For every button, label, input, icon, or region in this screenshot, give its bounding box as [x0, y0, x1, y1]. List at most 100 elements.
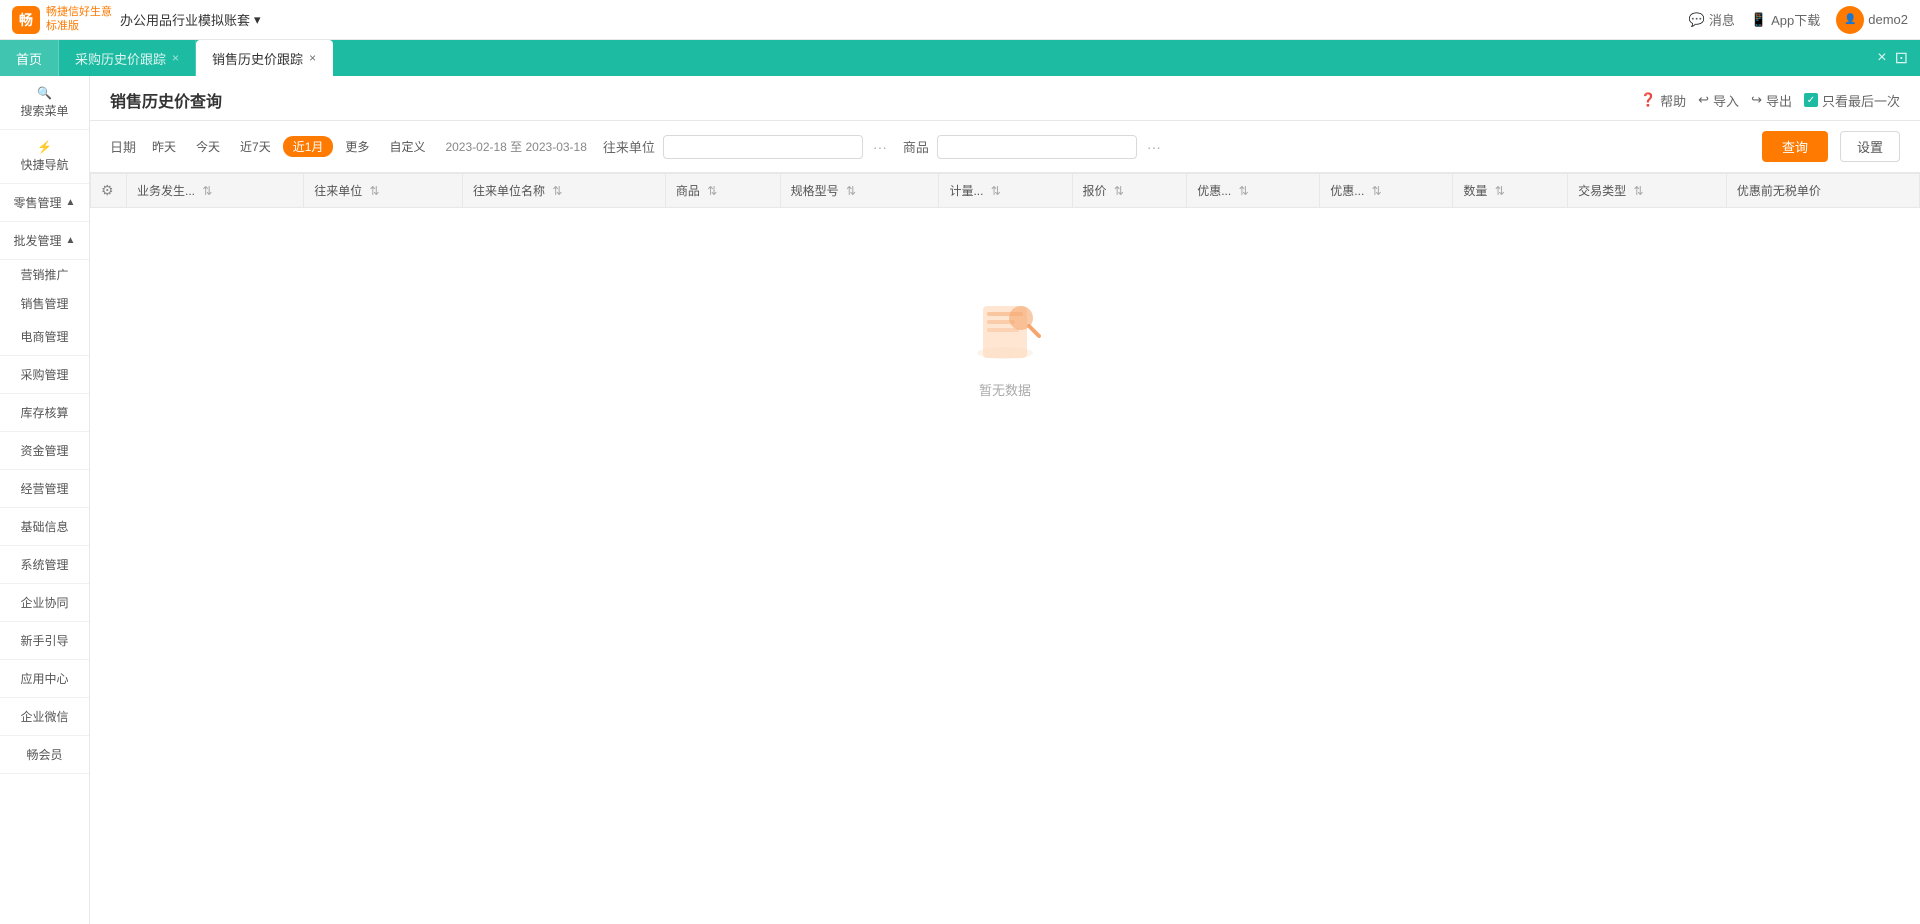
- empty-text: 暂无数据: [979, 380, 1031, 399]
- table-container: ⚙ 业务发生... ⇅ 往来单位 ⇅ 往来单位名称 ⇅: [90, 173, 1920, 924]
- th-biz-date: 业务发生... ⇅: [127, 174, 304, 208]
- date-buttons: 昨天 今天 近7天 近1月 更多 自定义: [144, 136, 433, 157]
- sidebar-item-member[interactable]: 畅会员: [0, 736, 89, 774]
- product-filter-group: 商品 ···: [903, 135, 1161, 159]
- sidebar-item-inventory[interactable]: 库存核算: [0, 394, 89, 432]
- chevron-up-icon: ▲: [66, 197, 76, 208]
- app-download-button[interactable]: 📱 App下载: [1751, 10, 1820, 29]
- sort-icon-price[interactable]: ⇅: [1114, 184, 1124, 198]
- date-yesterday[interactable]: 昨天: [144, 136, 184, 157]
- sort-icon-trade-type[interactable]: ⇅: [1633, 184, 1643, 198]
- partner-more-icon[interactable]: ···: [873, 139, 887, 155]
- search-icon: 🔍: [37, 86, 52, 100]
- column-settings-button[interactable]: ⚙: [101, 182, 114, 199]
- main-layout: 🔍 搜索菜单 ⚡ 快捷导航 零售管理 ▲ 批发管理 ▲ 营销推广 销售管理 电商…: [0, 76, 1920, 924]
- user-menu[interactable]: 👤 demo2: [1836, 6, 1908, 34]
- sidebar-item-apps[interactable]: 应用中心: [0, 660, 89, 698]
- th-price: 报价 ⇅: [1072, 174, 1187, 208]
- top-bar-right: 💬 消息 📱 App下载 👤 demo2: [1689, 6, 1908, 34]
- th-trade-type: 交易类型 ⇅: [1568, 174, 1727, 208]
- tab-bar: 首页 采购历史价跟踪 × 销售历史价跟踪 × × ⊡: [0, 40, 1920, 76]
- date-custom[interactable]: 自定义: [381, 136, 433, 157]
- product-label: 商品: [903, 137, 929, 156]
- tab-sales[interactable]: 销售历史价跟踪 ×: [196, 40, 333, 76]
- tab-sales-label: 销售历史价跟踪: [212, 49, 303, 68]
- tab-purchase[interactable]: 采购历史价跟踪 ×: [59, 40, 196, 76]
- sort-icon-discount2[interactable]: ⇅: [1372, 184, 1382, 198]
- tab-purchase-label: 采购历史价跟踪: [75, 49, 166, 68]
- th-unit: 计量... ⇅: [939, 174, 1072, 208]
- sidebar-item-wholesale[interactable]: 批发管理 ▲: [0, 222, 89, 260]
- date-1month[interactable]: 近1月: [283, 136, 334, 157]
- date-more[interactable]: 更多: [337, 136, 377, 157]
- partner-label: 往来单位: [603, 137, 655, 156]
- tab-purchase-close[interactable]: ×: [172, 51, 179, 65]
- sidebar-item-operation[interactable]: 经营管理: [0, 470, 89, 508]
- sidebar-item-finance[interactable]: 资金管理: [0, 432, 89, 470]
- product-input[interactable]: [937, 135, 1137, 159]
- close-window-button[interactable]: ×: [1877, 49, 1886, 67]
- sort-icon-product[interactable]: ⇅: [707, 184, 717, 198]
- date-range-display: 2023-02-18 至 2023-03-18: [445, 138, 586, 155]
- th-partner-code: 往来单位 ⇅: [304, 174, 463, 208]
- product-more-icon[interactable]: ···: [1147, 139, 1161, 155]
- top-bar-left: 畅 畅捷信好生意 标准版 办公用品行业模拟账套 ▾: [12, 6, 261, 34]
- logo-icon: 畅: [12, 6, 40, 34]
- logo-text: 畅捷信好生意 标准版: [46, 6, 112, 32]
- sort-icon-spec[interactable]: ⇅: [846, 184, 856, 198]
- sort-icon-unit[interactable]: ⇅: [991, 184, 1001, 198]
- sort-icon-partner-code[interactable]: ⇅: [370, 184, 380, 198]
- date-7days[interactable]: 近7天: [232, 136, 279, 157]
- sidebar-item-basic[interactable]: 基础信息: [0, 508, 89, 546]
- sort-icon-discount1[interactable]: ⇅: [1239, 184, 1249, 198]
- query-button[interactable]: 查询: [1762, 131, 1828, 162]
- company-dropdown[interactable]: 办公用品行业模拟账套 ▾: [120, 10, 261, 29]
- mobile-icon: 📱: [1751, 12, 1767, 28]
- export-icon: ↪: [1751, 92, 1762, 108]
- sidebar-item-sales-mgmt[interactable]: 销售管理: [0, 289, 89, 318]
- sidebar-item-coop[interactable]: 企业协同: [0, 584, 89, 622]
- sidebar-item-ecom[interactable]: 电商管理: [0, 318, 89, 356]
- restore-window-button[interactable]: ⊡: [1895, 48, 1908, 68]
- sort-icon-biz-date[interactable]: ⇅: [202, 184, 212, 198]
- checkbox-checked-icon: ✓: [1804, 93, 1818, 107]
- help-button[interactable]: ❓ 帮助: [1640, 91, 1686, 110]
- th-discount1: 优惠... ⇅: [1187, 174, 1320, 208]
- sidebar-item-wechat[interactable]: 企业微信: [0, 698, 89, 736]
- shortcut-icon: ⚡: [37, 140, 52, 154]
- export-button[interactable]: ↪ 导出: [1751, 91, 1792, 110]
- th-partner-name: 往来单位名称 ⇅: [463, 174, 666, 208]
- tab-sales-close[interactable]: ×: [309, 51, 316, 65]
- table-header: ⚙ 业务发生... ⇅ 往来单位 ⇅ 往来单位名称 ⇅: [91, 174, 1920, 208]
- help-icon: ❓: [1640, 92, 1656, 108]
- logo-area: 畅 畅捷信好生意 标准版: [12, 6, 112, 34]
- empty-state: 暂无数据: [90, 208, 1920, 479]
- sidebar-item-system[interactable]: 系统管理: [0, 546, 89, 584]
- content-area: 销售历史价查询 ❓ 帮助 ↩ 导入 ↪ 导出 ✓ 只看最后一次: [90, 76, 1920, 924]
- th-discount2: 优惠... ⇅: [1320, 174, 1453, 208]
- date-today[interactable]: 今天: [188, 136, 228, 157]
- tab-window-actions: × ⊡: [1877, 48, 1920, 68]
- sidebar-item-retail[interactable]: 零售管理 ▲: [0, 184, 89, 222]
- sort-icon-partner-name[interactable]: ⇅: [552, 184, 562, 198]
- th-product: 商品 ⇅: [665, 174, 780, 208]
- import-button[interactable]: ↩ 导入: [1698, 91, 1739, 110]
- sidebar-item-guide[interactable]: 新手引导: [0, 622, 89, 660]
- tab-home[interactable]: 首页: [0, 40, 59, 76]
- sidebar: 🔍 搜索菜单 ⚡ 快捷导航 零售管理 ▲ 批发管理 ▲ 营销推广 销售管理 电商…: [0, 76, 90, 924]
- sidebar-item-search[interactable]: 🔍 搜索菜单: [0, 76, 89, 130]
- sort-icon-quantity[interactable]: ⇅: [1495, 184, 1505, 198]
- filter-bar: 日期 昨天 今天 近7天 近1月 更多 自定义 2023-02-18 至 202…: [90, 121, 1920, 173]
- sidebar-item-purchase[interactable]: 采购管理: [0, 356, 89, 394]
- partner-input[interactable]: [663, 135, 863, 159]
- th-pretax-price: 优惠前无税单价: [1726, 174, 1919, 208]
- message-button[interactable]: 💬 消息: [1689, 10, 1735, 29]
- th-gear: ⚙: [91, 174, 127, 208]
- settings-button[interactable]: 设置: [1840, 131, 1900, 162]
- date-filter-group: 日期 昨天 今天 近7天 近1月 更多 自定义 2023-02-18 至 202…: [110, 136, 587, 157]
- sidebar-item-marketing[interactable]: 营销推广: [0, 260, 89, 289]
- sidebar-item-shortcut[interactable]: ⚡ 快捷导航: [0, 130, 89, 184]
- chevron-up-icon-2: ▲: [66, 235, 76, 246]
- tab-home-label: 首页: [16, 49, 42, 68]
- last-only-checkbox[interactable]: ✓ 只看最后一次: [1804, 91, 1900, 110]
